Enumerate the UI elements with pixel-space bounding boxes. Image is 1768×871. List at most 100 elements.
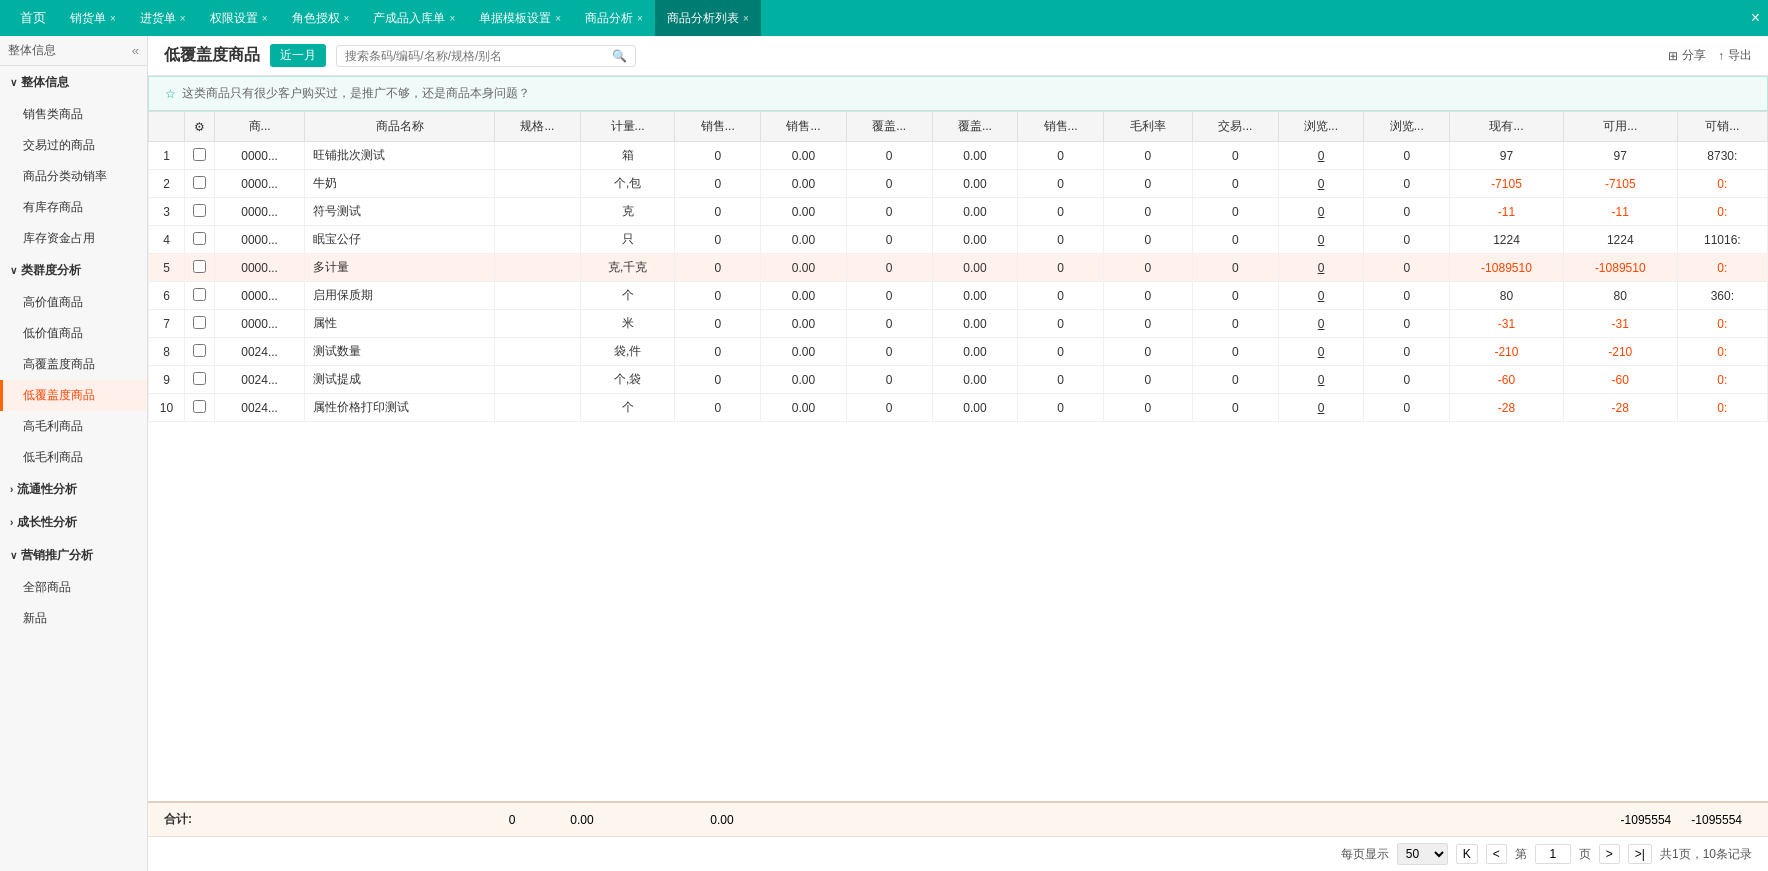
nav-permissions[interactable]: 权限设置 × xyxy=(198,0,280,36)
close-permissions-icon[interactable]: × xyxy=(262,13,268,24)
cell-view2: 0 xyxy=(1364,310,1450,338)
cell-code: 0000... xyxy=(215,142,305,170)
cell-sales-amt: 0.00 xyxy=(761,198,847,226)
cell-view1[interactable]: 0 xyxy=(1278,310,1364,338)
cell-spec xyxy=(495,170,581,198)
sidebar-section-cluster[interactable]: ∨ 类群度分析 xyxy=(0,254,147,287)
cell-check[interactable] xyxy=(185,254,215,282)
cell-trade: 0 xyxy=(1192,226,1278,254)
sidebar-item-traded-goods[interactable]: 交易过的商品 xyxy=(0,130,147,161)
cell-view1[interactable]: 0 xyxy=(1278,142,1364,170)
cell-view1[interactable]: 0 xyxy=(1278,366,1364,394)
sidebar-section-growth[interactable]: › 成长性分析 xyxy=(0,506,147,539)
chevron-down-icon: ∨ xyxy=(10,77,17,88)
nav-finished-goods[interactable]: 产成品入库单 × xyxy=(361,0,467,36)
search-icon[interactable]: 🔍 xyxy=(612,49,627,63)
table-row: 6 0000... 启用保质期 个 0 0.00 0 0.00 0 0 0 0 … xyxy=(149,282,1768,310)
cell-check[interactable] xyxy=(185,226,215,254)
time-filter-button[interactable]: 近一月 xyxy=(270,44,326,67)
sidebar-item-high-coverage[interactable]: 高覆盖度商品 xyxy=(0,349,147,380)
sidebar-item-high-value[interactable]: 高价值商品 xyxy=(0,287,147,318)
content-area: 低覆盖度商品 近一月 🔍 ⊞ 分享 ↑ 导出 ☆ 这类商品只有很少客户购买过，是… xyxy=(148,36,1768,871)
cell-view1[interactable]: 0 xyxy=(1278,338,1364,366)
search-input[interactable] xyxy=(345,49,608,63)
cell-index: 2 xyxy=(149,170,185,198)
nav-template-settings[interactable]: 单据模板设置 × xyxy=(467,0,573,36)
cell-check[interactable] xyxy=(185,366,215,394)
cell-index: 4 xyxy=(149,226,185,254)
cell-code: 0000... xyxy=(215,282,305,310)
cell-view1[interactable]: 0 xyxy=(1278,198,1364,226)
sidebar-section-overall[interactable]: ∨ 整体信息 xyxy=(0,66,147,99)
cell-cover1: 0 xyxy=(846,142,932,170)
cell-check[interactable] xyxy=(185,142,215,170)
table-row: 4 0000... 眠宝公仔 只 0 0.00 0 0.00 0 0 0 0 0… xyxy=(149,226,1768,254)
cell-unit: 只 xyxy=(580,226,675,254)
nav-purchase-order[interactable]: 进货单 × xyxy=(128,0,198,36)
cell-available-stock: 80 xyxy=(1563,282,1677,310)
last-page-button[interactable]: >| xyxy=(1628,844,1652,864)
prev-page-button[interactable]: < xyxy=(1486,844,1507,864)
cell-check[interactable] xyxy=(185,282,215,310)
sidebar-section-circulation[interactable]: › 流通性分析 xyxy=(0,473,147,506)
cell-sales-qty: 0 xyxy=(675,142,761,170)
cell-view1[interactable]: 0 xyxy=(1278,282,1364,310)
cell-view1[interactable]: 0 xyxy=(1278,170,1364,198)
sidebar-item-all-goods[interactable]: 全部商品 xyxy=(0,572,147,603)
share-button[interactable]: ⊞ 分享 xyxy=(1668,47,1706,64)
sidebar-item-low-value[interactable]: 低价值商品 xyxy=(0,318,147,349)
cell-name: 测试数量 xyxy=(305,338,495,366)
nav-role-auth[interactable]: 角色授权 × xyxy=(280,0,362,36)
cell-sales-qty: 0 xyxy=(675,282,761,310)
next-page-button[interactable]: > xyxy=(1599,844,1620,864)
close-analysis-list-icon[interactable]: × xyxy=(743,13,749,24)
cell-view1[interactable]: 0 xyxy=(1278,394,1364,422)
sidebar-item-high-margin[interactable]: 高毛利商品 xyxy=(0,411,147,442)
sidebar-collapse-button[interactable]: « xyxy=(132,43,139,58)
nav-product-analysis-list[interactable]: 商品分析列表 × xyxy=(655,0,761,36)
cell-code: 0000... xyxy=(215,310,305,338)
sidebar-item-inventory-capital[interactable]: 库存资金占用 xyxy=(0,223,147,254)
cell-gross-margin: 0 xyxy=(1103,226,1192,254)
export-button[interactable]: ↑ 导出 xyxy=(1718,47,1752,64)
page-size-select[interactable]: 50 20 100 xyxy=(1397,843,1448,865)
close-template-icon[interactable]: × xyxy=(555,13,561,24)
cell-check[interactable] xyxy=(185,394,215,422)
col-header-check[interactable]: ⚙ xyxy=(185,112,215,142)
close-finished-goods-icon[interactable]: × xyxy=(449,13,455,24)
close-product-analysis-icon[interactable]: × xyxy=(637,13,643,24)
sidebar-item-low-margin[interactable]: 低毛利商品 xyxy=(0,442,147,473)
table-row: 1 0000... 旺铺批次测试 箱 0 0.00 0 0.00 0 0 0 0… xyxy=(149,142,1768,170)
first-page-button[interactable]: K xyxy=(1456,844,1478,864)
cell-check[interactable] xyxy=(185,338,215,366)
close-role-auth-icon[interactable]: × xyxy=(344,13,350,24)
cell-check[interactable] xyxy=(185,310,215,338)
cell-view2: 0 xyxy=(1364,366,1450,394)
nav-home[interactable]: 首页 xyxy=(8,0,58,36)
sidebar-section-marketing[interactable]: ∨ 营销推广分析 xyxy=(0,539,147,572)
sidebar-item-new-goods[interactable]: 新品 xyxy=(0,603,147,634)
cell-sales3: 0 xyxy=(1018,310,1104,338)
cell-cover1: 0 xyxy=(846,366,932,394)
cell-check[interactable] xyxy=(185,198,215,226)
current-page-input[interactable] xyxy=(1535,844,1571,864)
share-icon: ⊞ xyxy=(1668,49,1678,63)
window-close-button[interactable]: × xyxy=(1751,9,1760,27)
cell-check[interactable] xyxy=(185,170,215,198)
settings-icon[interactable]: ⚙ xyxy=(194,120,205,134)
nav-product-analysis[interactable]: 商品分析 × xyxy=(573,0,655,36)
cell-index: 6 xyxy=(149,282,185,310)
sidebar-item-sales-goods[interactable]: 销售类商品 xyxy=(0,99,147,130)
close-purchase-order-icon[interactable]: × xyxy=(180,13,186,24)
sidebar-item-category-rate[interactable]: 商品分类动销率 xyxy=(0,161,147,192)
cell-view1[interactable]: 0 xyxy=(1278,226,1364,254)
cell-view1[interactable]: 0 xyxy=(1278,254,1364,282)
nav-sales-order[interactable]: 销货单 × xyxy=(58,0,128,36)
sidebar-item-low-coverage[interactable]: 低覆盖度商品 xyxy=(0,380,147,411)
sidebar-item-stocked-goods[interactable]: 有库存商品 xyxy=(0,192,147,223)
table-row: 5 0000... 多计量 克,千克 0 0.00 0 0.00 0 0 0 0… xyxy=(149,254,1768,282)
close-sales-order-icon[interactable]: × xyxy=(110,13,116,24)
cell-sales-amt: 0.00 xyxy=(761,254,847,282)
cell-spec xyxy=(495,198,581,226)
chevron-right-icon-2: › xyxy=(10,517,13,528)
